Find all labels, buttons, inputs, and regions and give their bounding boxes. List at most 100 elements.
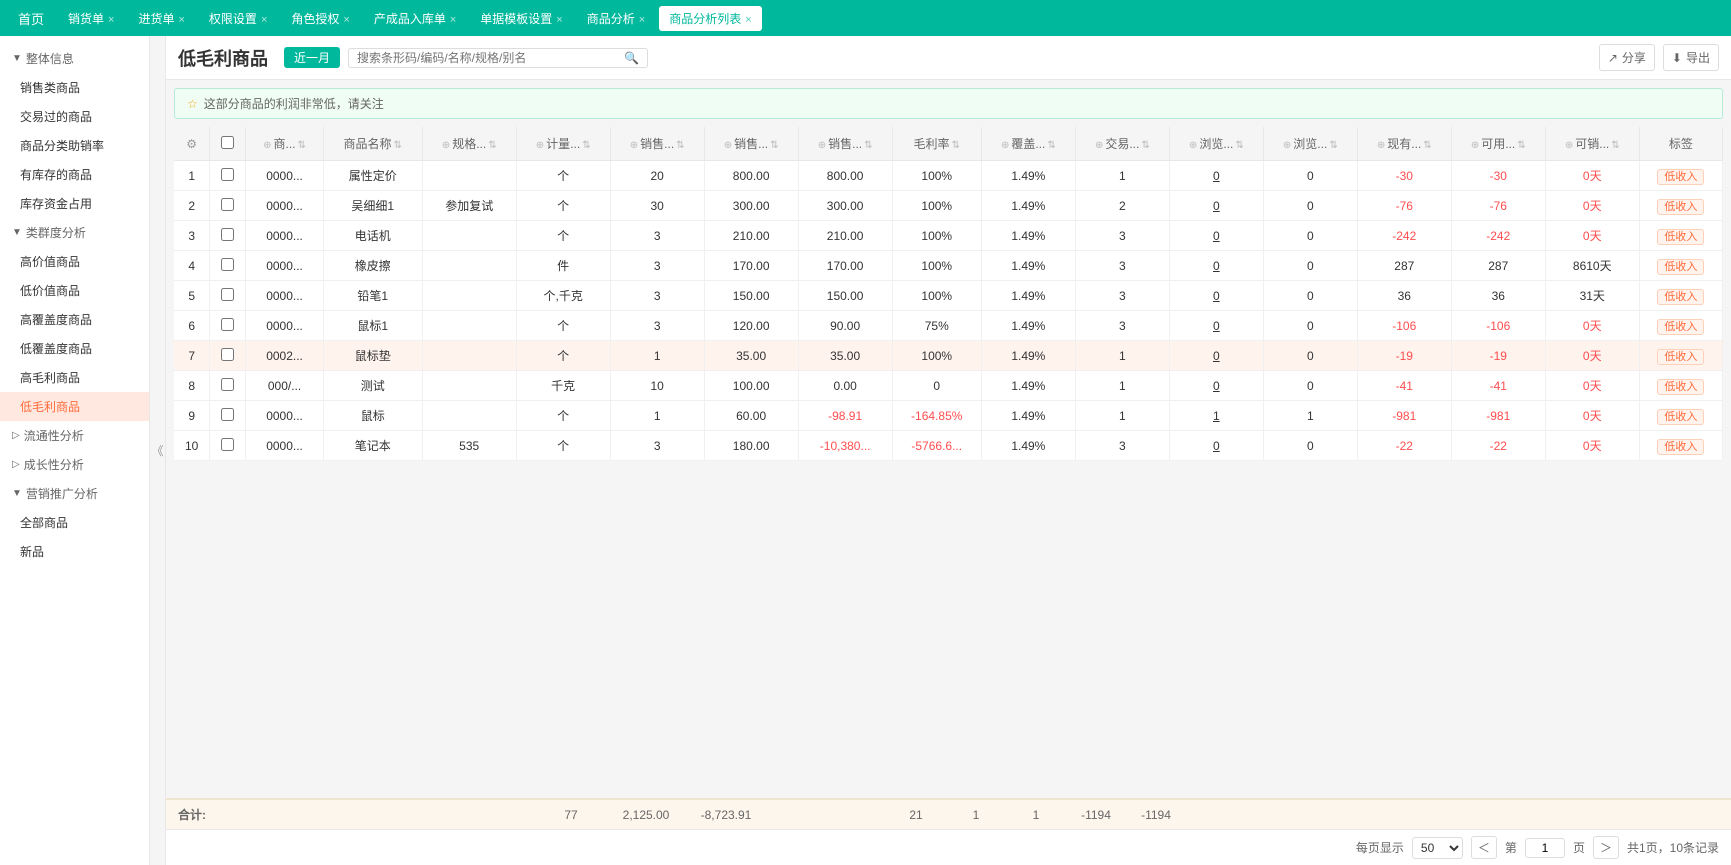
search-input[interactable]	[357, 51, 624, 65]
col-coverage[interactable]: ⊕覆盖...⇅	[981, 127, 1075, 161]
row-select-checkbox[interactable]	[221, 318, 234, 331]
row-browse1[interactable]: 0	[1169, 281, 1263, 311]
sidebar-item-category-sales[interactable]: 商品分类助销率	[0, 131, 149, 160]
row-browse1[interactable]: 0	[1169, 341, 1263, 371]
sidebar-group-circulation[interactable]: ▷ 流通性分析	[0, 421, 149, 450]
nav-purchase-order[interactable]: 进货单×	[128, 6, 194, 31]
time-filter-btn[interactable]: 近一月	[284, 47, 340, 68]
col-browse1[interactable]: ⊕浏览...⇅	[1169, 127, 1263, 161]
arrow-icon-2: ▼	[12, 227, 22, 238]
row-sale3: 170.00	[798, 251, 892, 281]
row-browse1[interactable]: 0	[1169, 191, 1263, 221]
table-row[interactable]: 7 0002... 鼠标垫 个 1 35.00 35.00 100% 1.49%…	[174, 341, 1723, 371]
nav-goods-analysis[interactable]: 商品分析×	[577, 6, 655, 31]
table-row[interactable]: 6 0000... 鼠标1 个 3 120.00 90.00 75% 1.49%…	[174, 311, 1723, 341]
sidebar-group-overall[interactable]: ▼ 整体信息	[0, 44, 149, 73]
col-unit[interactable]: ⊕计量...⇅	[516, 127, 610, 161]
col-current[interactable]: ⊕现有...⇅	[1357, 127, 1451, 161]
row-browse1[interactable]: 0	[1169, 161, 1263, 191]
search-box: 🔍	[348, 48, 648, 68]
nav-role-auth[interactable]: 角色授权×	[281, 6, 359, 31]
col-trade[interactable]: ⊕交易...⇅	[1075, 127, 1169, 161]
table-row[interactable]: 2 0000... 吴细细1 参加复试 个 30 300.00 300.00 1…	[174, 191, 1723, 221]
export-btn[interactable]: ⬇ 导出	[1663, 44, 1719, 71]
row-select-checkbox[interactable]	[221, 378, 234, 391]
row-select-checkbox[interactable]	[221, 258, 234, 271]
sidebar-group-cluster[interactable]: ▼ 类群度分析	[0, 218, 149, 247]
nav-permission[interactable]: 权限设置×	[199, 6, 277, 31]
col-sale1[interactable]: ⊕销售...⇅	[610, 127, 704, 161]
sidebar-item-all-goods[interactable]: 全部商品	[0, 508, 149, 537]
nav-template-setting[interactable]: 单据模板设置×	[470, 6, 572, 31]
sidebar-collapse-btn[interactable]: 《	[150, 36, 166, 865]
sidebar-item-low-margin[interactable]: 低毛利商品	[0, 392, 149, 421]
row-select-checkbox[interactable]	[221, 198, 234, 211]
sidebar-item-high-value[interactable]: 高价值商品	[0, 247, 149, 276]
col-spec[interactable]: ⊕规格...⇅	[422, 127, 516, 161]
row-select-checkbox[interactable]	[221, 438, 234, 451]
table-row[interactable]: 8 000/... 测试 千克 10 100.00 0.00 0 1.49% 1…	[174, 371, 1723, 401]
row-browse1[interactable]: 0	[1169, 371, 1263, 401]
sidebar-group-marketing[interactable]: ▼ 营销推广分析	[0, 479, 149, 508]
table-row[interactable]: 5 0000... 铅笔1 个,千克 3 150.00 150.00 100% …	[174, 281, 1723, 311]
row-browse1[interactable]: 0	[1169, 311, 1263, 341]
next-page-btn[interactable]: ＞	[1593, 836, 1619, 859]
row-checkbox[interactable]	[210, 341, 246, 371]
row-select-checkbox[interactable]	[221, 228, 234, 241]
sidebar-item-in-stock[interactable]: 有库存的商品	[0, 160, 149, 189]
row-checkbox[interactable]	[210, 431, 246, 461]
nav-home[interactable]: 首页	[8, 5, 54, 32]
sidebar-item-sales-goods[interactable]: 销售类商品	[0, 73, 149, 102]
col-tag[interactable]: 标签	[1639, 127, 1722, 161]
row-select-checkbox[interactable]	[221, 168, 234, 181]
col-saleable[interactable]: ⊕可销...⇅	[1545, 127, 1639, 161]
select-all-checkbox[interactable]	[221, 136, 234, 149]
table-row[interactable]: 3 0000... 电话机 个 3 210.00 210.00 100% 1.4…	[174, 221, 1723, 251]
row-checkbox[interactable]	[210, 281, 246, 311]
nav-product-instock[interactable]: 产成品入库单×	[364, 6, 466, 31]
table-row[interactable]: 4 0000... 橡皮擦 件 3 170.00 170.00 100% 1.4…	[174, 251, 1723, 281]
page-number-input[interactable]	[1525, 838, 1565, 858]
table-row[interactable]: 10 0000... 笔记本 535 个 3 180.00 -10,380...…	[174, 431, 1723, 461]
row-checkbox[interactable]	[210, 251, 246, 281]
nav-sale-order[interactable]: 销货单×	[58, 6, 124, 31]
row-checkbox[interactable]	[210, 161, 246, 191]
sidebar-item-new-goods[interactable]: 新品	[0, 537, 149, 566]
page-size-select[interactable]: 50 20 100	[1412, 837, 1463, 859]
col-browse2[interactable]: ⊕浏览...⇅	[1263, 127, 1357, 161]
row-checkbox[interactable]	[210, 401, 246, 431]
row-browse1[interactable]: 1	[1169, 401, 1263, 431]
row-select-checkbox[interactable]	[221, 288, 234, 301]
col-name[interactable]: 商品名称⇅	[323, 127, 422, 161]
prev-page-btn[interactable]: ＜	[1471, 836, 1497, 859]
share-btn[interactable]: ↗ 分享	[1599, 44, 1655, 71]
col-checkbox[interactable]	[210, 127, 246, 161]
row-checkbox[interactable]	[210, 311, 246, 341]
col-gross[interactable]: 毛利率⇅	[892, 127, 981, 161]
sidebar-group-growth[interactable]: ▷ 成长性分析	[0, 450, 149, 479]
row-browse1[interactable]: 0	[1169, 251, 1263, 281]
table-row[interactable]: 1 0000... 属性定价 个 20 800.00 800.00 100% 1…	[174, 161, 1723, 191]
col-code[interactable]: ⊕商...⇅	[246, 127, 323, 161]
row-checkbox[interactable]	[210, 221, 246, 251]
row-checkbox[interactable]	[210, 191, 246, 221]
sidebar-item-high-coverage[interactable]: 高覆盖度商品	[0, 305, 149, 334]
col-settings[interactable]: ⚙	[174, 127, 210, 161]
row-browse1[interactable]: 0	[1169, 221, 1263, 251]
table-row[interactable]: 9 0000... 鼠标 个 1 60.00 -98.91 -164.85% 1…	[174, 401, 1723, 431]
sidebar-item-low-value[interactable]: 低价值商品	[0, 276, 149, 305]
nav-goods-analysis-list[interactable]: 商品分析列表×	[659, 6, 761, 31]
col-available[interactable]: ⊕可用...⇅	[1451, 127, 1545, 161]
search-icon[interactable]: 🔍	[624, 51, 639, 65]
sidebar-item-traded-goods[interactable]: 交易过的商品	[0, 102, 149, 131]
sidebar-item-high-margin[interactable]: 高毛利商品	[0, 363, 149, 392]
row-name: 笔记本	[323, 431, 422, 461]
row-select-checkbox[interactable]	[221, 348, 234, 361]
row-checkbox[interactable]	[210, 371, 246, 401]
sidebar-item-stock-capital[interactable]: 库存资金占用	[0, 189, 149, 218]
col-sale3[interactable]: ⊕销售...⇅	[798, 127, 892, 161]
row-select-checkbox[interactable]	[221, 408, 234, 421]
row-browse1[interactable]: 0	[1169, 431, 1263, 461]
sidebar-item-low-coverage[interactable]: 低覆盖度商品	[0, 334, 149, 363]
col-sale2[interactable]: ⊕销售...⇅	[704, 127, 798, 161]
